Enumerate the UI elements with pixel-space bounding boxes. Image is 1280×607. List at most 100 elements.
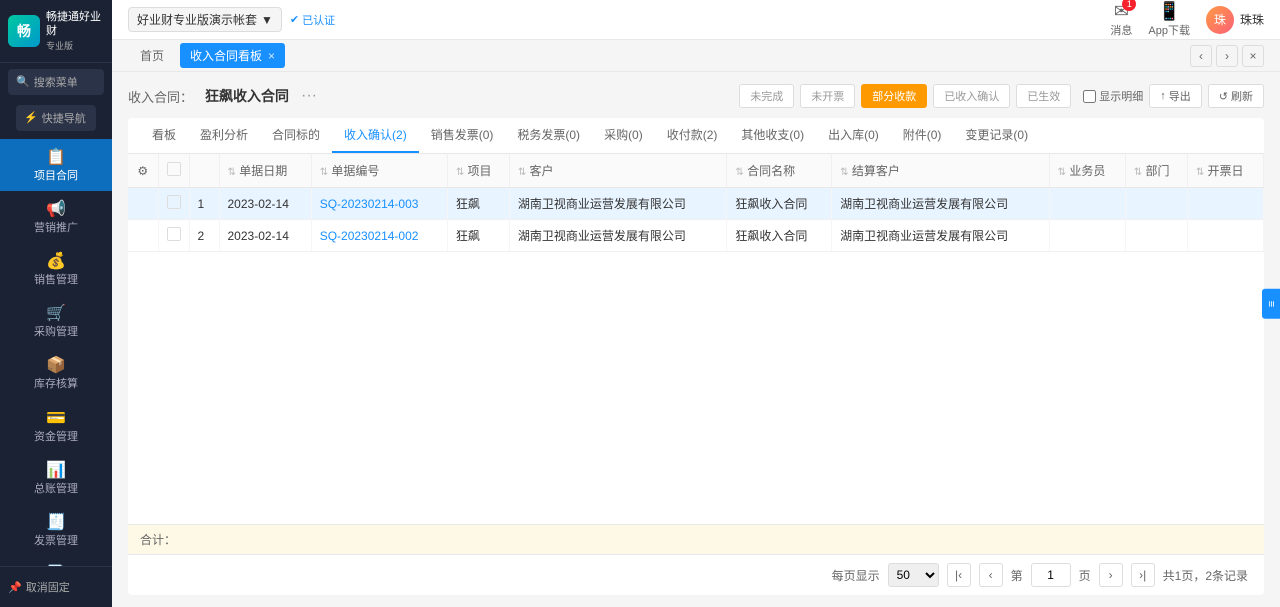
panel-tab-7[interactable]: 收付款(2) xyxy=(655,118,730,153)
panel-tab-6[interactable]: 采购(0) xyxy=(592,118,655,153)
department-cell xyxy=(1125,220,1187,252)
settlement-customer-cell: 湖南卫视商业运营发展有限公司 xyxy=(832,220,1050,252)
sidebar-item-3[interactable]: 🛒采购管理 xyxy=(0,295,112,347)
verified-badge: ✔ 已认证 xyxy=(290,12,335,28)
contract-name-col-header[interactable]: ⇅ 合同名称 xyxy=(727,154,832,188)
panel-tab-1[interactable]: 盈利分析 xyxy=(188,118,260,153)
active-tab[interactable]: 收入合同看板 × xyxy=(180,43,285,68)
department-col-header[interactable]: ⇅ 部门 xyxy=(1125,154,1187,188)
dropdown-icon: ▼ xyxy=(261,13,273,27)
sidebar-item-5[interactable]: 💳资金管理 xyxy=(0,400,112,452)
contract-title: 狂飙收入合同 xyxy=(205,86,289,106)
sidebar-item-2[interactable]: 💰销售管理 xyxy=(0,243,112,295)
number-link-0[interactable]: SQ-20230214-003 xyxy=(320,197,419,211)
panel-tab-3[interactable]: 收入确认(2) xyxy=(332,118,419,153)
number-col-header[interactable]: ⇅ 单据编号 xyxy=(311,154,447,188)
panel-tab-5[interactable]: 税务发票(0) xyxy=(505,118,592,153)
check-cell[interactable] xyxy=(158,220,189,252)
tabbar: 首页 收入合同看板 × ‹ › × xyxy=(112,40,1280,72)
number-link-1[interactable]: SQ-20230214-002 xyxy=(320,229,419,243)
sidebar-label-1: 营销推广 xyxy=(34,222,78,235)
topbar-left: 好业财专业版演示帐套 ▼ ✔ 已认证 xyxy=(128,7,335,32)
right-panel-button[interactable]: ≡ xyxy=(1262,288,1280,318)
next-tab-button[interactable]: › xyxy=(1216,45,1238,67)
refresh-button[interactable]: ↺ 刷新 xyxy=(1208,84,1264,108)
open-date-cell xyxy=(1187,188,1263,220)
index-cell: 2 xyxy=(189,220,219,252)
row-checkbox-0[interactable] xyxy=(167,195,181,209)
avatar: 珠 xyxy=(1206,6,1234,34)
sidebar-icon-8: 📑 xyxy=(46,564,66,566)
per-page-select[interactable]: 50 100 200 xyxy=(888,563,939,587)
close-tab-button[interactable]: × xyxy=(1242,45,1264,67)
panel-tab-0[interactable]: 看板 xyxy=(140,118,188,153)
home-tab[interactable]: 首页 xyxy=(128,43,176,68)
topbar: 好业财专业版演示帐套 ▼ ✔ 已认证 ✉ 1 消息 📱 App下载 珠 珠珠 xyxy=(112,0,1280,40)
number-cell[interactable]: SQ-20230214-002 xyxy=(311,220,447,252)
last-page-button[interactable]: ›| xyxy=(1131,563,1155,587)
status-btn-3[interactable]: 已收入确认 xyxy=(933,84,1010,108)
prev-tab-button[interactable]: ‹ xyxy=(1190,45,1212,67)
header-actions: 显示明细 ↑ 导出 ↺ 刷新 xyxy=(1083,84,1264,108)
customer-col-header[interactable]: ⇅ 客户 xyxy=(509,154,727,188)
logo-icon: 畅 xyxy=(8,15,40,47)
table-container[interactable]: ⚙ ⇅ 单据日期 ⇅ 单据编号 ⇅ 项目 ⇅ 客户 ⇅ 合同名称 ⇅ 结算客户 … xyxy=(128,154,1264,524)
quick-nav-button[interactable]: ⚡ 快捷导航 xyxy=(16,105,96,131)
next-page-button[interactable]: › xyxy=(1099,563,1123,587)
sidebar-item-7[interactable]: 🧾发票管理 xyxy=(0,504,112,556)
first-page-button[interactable]: |‹ xyxy=(947,563,971,587)
panel-tab-2[interactable]: 合同标的 xyxy=(260,118,332,153)
company-selector[interactable]: 好业财专业版演示帐套 ▼ xyxy=(128,7,282,32)
check-icon: ✔ xyxy=(290,13,299,26)
panel-tab-10[interactable]: 附件(0) xyxy=(891,118,954,153)
contract-name-cell: 狂飙收入合同 xyxy=(727,188,832,220)
display-detail-toggle[interactable]: 显示明细 xyxy=(1083,84,1143,108)
sidebar-icon-0: 📋 xyxy=(46,147,66,167)
pin-button[interactable]: 📌 取消固定 xyxy=(0,573,112,601)
more-button[interactable]: ··· xyxy=(301,87,317,105)
number-cell[interactable]: SQ-20230214-003 xyxy=(311,188,447,220)
message-button[interactable]: ✉ 1 消息 xyxy=(1110,1,1132,38)
sidebar-item-6[interactable]: 📊总账管理 xyxy=(0,452,112,504)
status-btn-0[interactable]: 未完成 xyxy=(739,84,794,108)
sidebar-label-0: 项目合同 xyxy=(34,170,78,183)
sidebar-search-container: 🔍 搜索菜单 xyxy=(0,63,112,101)
status-btn-4[interactable]: 已生效 xyxy=(1016,84,1071,108)
panel-tab-8[interactable]: 其他收支(0) xyxy=(729,118,816,153)
check-col-header[interactable] xyxy=(158,154,189,188)
prev-page-button[interactable]: ‹ xyxy=(979,563,1003,587)
app-download-button[interactable]: 📱 App下载 xyxy=(1148,1,1190,38)
settings-col-header[interactable]: ⚙ xyxy=(128,154,158,188)
table-row[interactable]: 2 2023-02-14 SQ-20230214-002 狂飙 湖南卫视商业运营… xyxy=(128,220,1264,252)
customer-cell: 湖南卫视商业运营发展有限公司 xyxy=(509,188,727,220)
panel-tab-9[interactable]: 出入库(0) xyxy=(816,118,891,153)
row-checkbox-1[interactable] xyxy=(167,227,181,241)
panel-tab-4[interactable]: 销售发票(0) xyxy=(419,118,506,153)
main-panel: 看板盈利分析合同标的收入确认(2)销售发票(0)税务发票(0)采购(0)收付款(… xyxy=(128,118,1264,595)
check-cell[interactable] xyxy=(158,188,189,220)
sidebar-item-0[interactable]: 📋 项目合同 xyxy=(0,139,112,191)
quick-nav-container: ⚡ 快捷导航 xyxy=(0,101,112,135)
select-all-checkbox[interactable] xyxy=(167,162,181,176)
sidebar-item-1[interactable]: 📢营销推广 xyxy=(0,191,112,243)
page-input[interactable] xyxy=(1031,563,1071,587)
search-menu-button[interactable]: 🔍 搜索菜单 xyxy=(8,69,104,95)
detail-checkbox[interactable] xyxy=(1083,90,1096,103)
export-button[interactable]: ↑ 导出 xyxy=(1149,84,1202,108)
project-col-header[interactable]: ⇅ 项目 xyxy=(447,154,509,188)
sidebar-icon-3: 🛒 xyxy=(46,303,66,323)
status-btn-2[interactable]: 部分收款 xyxy=(861,84,927,108)
sidebar-label-5: 资金管理 xyxy=(34,431,78,444)
sidebar-item-4[interactable]: 📦库存核算 xyxy=(0,347,112,399)
search-icon: 🔍 xyxy=(16,75,30,88)
sidebar-item-8[interactable]: 📑税务管理 xyxy=(0,556,112,566)
settlement-customer-col-header[interactable]: ⇅ 结算客户 xyxy=(832,154,1050,188)
user-menu[interactable]: 珠 珠珠 xyxy=(1206,6,1264,34)
table-row[interactable]: 1 2023-02-14 SQ-20230214-003 狂飙 湖南卫视商业运营… xyxy=(128,188,1264,220)
date-col-header[interactable]: ⇅ 单据日期 xyxy=(219,154,311,188)
open-date-col-header[interactable]: ⇅ 开票日 xyxy=(1187,154,1263,188)
salesperson-col-header[interactable]: ⇅ 业务员 xyxy=(1049,154,1125,188)
tab-close-button[interactable]: × xyxy=(268,49,275,63)
status-btn-1[interactable]: 未开票 xyxy=(800,84,855,108)
panel-tab-11[interactable]: 变更记录(0) xyxy=(953,118,1040,153)
